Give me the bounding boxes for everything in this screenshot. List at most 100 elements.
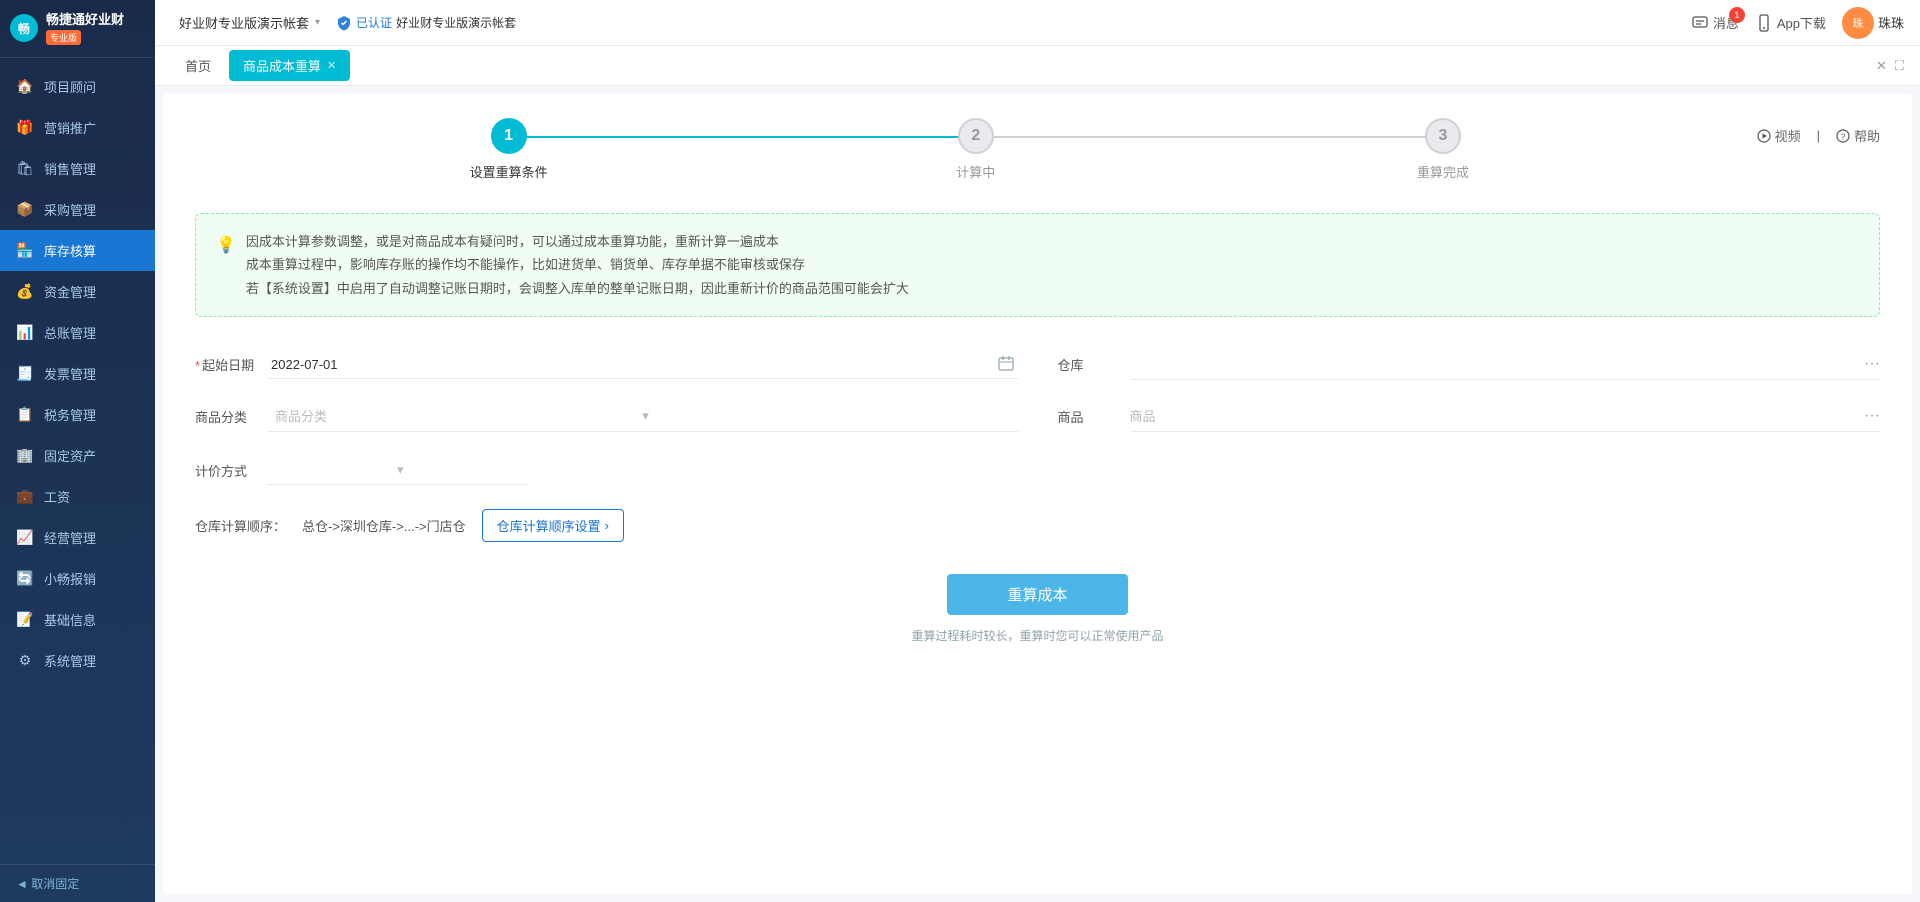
invoice-icon: 🧾 [16, 364, 34, 382]
notification-count: 1 [1729, 7, 1745, 23]
fixed-assets-icon: 🏢 [16, 446, 34, 464]
step-3-circle: 3 [1425, 118, 1461, 154]
account-name: 好业财专业版演示帐套 [179, 13, 309, 32]
start-date-field [267, 351, 1018, 379]
sidebar-item-invoice[interactable]: 🧾 发票管理 [0, 353, 155, 394]
recalculate-button[interactable]: 重算成本 [947, 574, 1127, 615]
steps-help-row: 1 设置重算条件 2 计算中 3 [195, 118, 1880, 181]
svg-text:?: ? [1841, 132, 1846, 141]
close-window-icon[interactable]: ✕ [1876, 58, 1887, 74]
step-line-1-2 [509, 136, 976, 138]
sidebar-nav: 🏠 项目顾问 🎁 营销推广 🛍 销售管理 📦 采购管理 🏪 库存核算 💰 资金管… [0, 58, 155, 864]
sidebar-header: 畅 畅捷通好业财 专业版 [0, 0, 155, 58]
inventory-icon: 🏪 [16, 241, 34, 259]
sidebar-item-system[interactable]: ⚙ 系统管理 [0, 640, 155, 681]
tax-icon: 📋 [16, 405, 34, 423]
question-circle-icon: ? [1836, 129, 1850, 143]
bulb-icon: 💡 [216, 232, 236, 300]
help-link[interactable]: ? 帮助 [1836, 126, 1880, 145]
recalculate-note: 重算过程耗时较长，重算时您可以正常使用产品 [195, 627, 1880, 644]
step-3: 3 重算完成 [1209, 118, 1676, 181]
warehouse-order-prefix: 仓库计算顺序： [195, 516, 286, 535]
procurement-icon: 📦 [16, 200, 34, 218]
app-title: 畅捷通好业财 [46, 12, 124, 28]
avatar: 珠 [1842, 7, 1874, 39]
sidebar-item-sales[interactable]: 🛍 销售管理 [0, 148, 155, 189]
category-select[interactable]: 商品分类 ▾ [267, 400, 1018, 432]
main-area: 好业财专业版演示帐套 ▾ 已认证 好业财专业版演示帐套 消息 1 [155, 0, 1920, 902]
help-links: 视频 | ? 帮助 [1757, 118, 1880, 145]
tab-close-icon[interactable]: ✕ [327, 59, 336, 72]
topbar-right: 消息 1 App下载 珠 珠珠 [1691, 7, 1904, 39]
tab-actions: ✕ ⛶ [1876, 58, 1904, 74]
phone-icon [1755, 14, 1773, 32]
warehouse-dots-icon[interactable]: ··· [1864, 355, 1880, 373]
step-1: 1 设置重算条件 [275, 118, 742, 181]
message-button[interactable]: 消息 1 [1691, 13, 1739, 32]
calendar-icon[interactable] [994, 355, 1018, 374]
warehouse-label: 仓库 [1058, 355, 1118, 374]
form-row-goods: 商品 商品 ··· [1058, 400, 1881, 432]
goods-field: 商品 ··· [1130, 400, 1881, 432]
expense-icon: 🔄 [16, 569, 34, 587]
pricing-select[interactable]: ▾ [267, 456, 527, 485]
topbar: 好业财专业版演示帐套 ▾ 已认证 好业财专业版演示帐套 消息 1 [155, 0, 1920, 46]
chevron-right-icon: › [605, 518, 609, 533]
pricing-row: 计价方式 ▾ [195, 456, 1880, 485]
pricing-label: 计价方式 [195, 461, 255, 480]
expand-window-icon[interactable]: ⛶ [1895, 58, 1904, 74]
goods-dots-icon[interactable]: ··· [1864, 407, 1880, 425]
tab-home[interactable]: 首页 [171, 50, 225, 81]
message-icon [1691, 14, 1709, 32]
info-text: 因成本计算参数调整，或是对商品成本有疑问时，可以通过成本重算功能，重新计算一遍成… [246, 230, 909, 300]
step-2-circle: 2 [958, 118, 994, 154]
video-link[interactable]: 视频 [1757, 126, 1801, 145]
warehouse-field: ··· [1130, 349, 1881, 380]
marketing-icon: 🎁 [16, 118, 34, 136]
form-row-start-date: *起始日期 [195, 349, 1018, 380]
sales-icon: 🛍 [16, 159, 34, 177]
shield-check-icon [336, 15, 352, 31]
warehouse-order-row: 仓库计算顺序： 总仓->深圳仓库->...->门店仓 仓库计算顺序设置 › [195, 509, 1880, 542]
app-logo: 畅 [10, 14, 38, 42]
step-2: 2 计算中 [742, 118, 1209, 181]
sidebar-item-accounting[interactable]: 📊 总账管理 [0, 312, 155, 353]
user-profile[interactable]: 珠 珠珠 [1842, 7, 1904, 39]
system-icon: ⚙ [16, 651, 34, 669]
sidebar-item-procurement[interactable]: 📦 采购管理 [0, 189, 155, 230]
account-chevron-icon: ▾ [315, 17, 320, 28]
tab-cost-recalc[interactable]: 商品成本重算 ✕ [229, 50, 350, 81]
help-separator: | [1817, 126, 1820, 145]
step-line-2-3 [976, 136, 1443, 138]
category-label: 商品分类 [195, 407, 255, 426]
sidebar-item-project-advisor[interactable]: 🏠 项目顾问 [0, 66, 155, 107]
app-title-block: 畅捷通好业财 专业版 [46, 12, 124, 45]
sidebar-item-inventory[interactable]: 🏪 库存核算 [0, 230, 155, 271]
account-selector[interactable]: 好业财专业版演示帐套 ▾ [171, 9, 328, 36]
sidebar-item-tax[interactable]: 📋 税务管理 [0, 394, 155, 435]
step-3-label: 重算完成 [1417, 162, 1469, 181]
sidebar-unpin-button[interactable]: ◄ 取消固定 [0, 864, 155, 902]
play-circle-icon [1757, 129, 1771, 143]
sidebar-item-finance[interactable]: 💰 资金管理 [0, 271, 155, 312]
payroll-icon: 💼 [16, 487, 34, 505]
steps-container: 1 设置重算条件 2 计算中 3 [195, 118, 1757, 181]
warehouse-order-settings-button[interactable]: 仓库计算顺序设置 › [482, 509, 624, 542]
content-area: 1 设置重算条件 2 计算中 3 [163, 94, 1912, 894]
start-date-input[interactable] [267, 351, 994, 378]
sidebar-item-basic-info[interactable]: 📝 基础信息 [0, 599, 155, 640]
sidebar: 畅 畅捷通好业财 专业版 🏠 项目顾问 🎁 营销推广 🛍 销售管理 📦 采购管理… [0, 0, 155, 902]
sidebar-item-payroll[interactable]: 💼 工资 [0, 476, 155, 517]
app-download-button[interactable]: App下载 [1755, 13, 1826, 32]
step-2-label: 计算中 [956, 162, 995, 181]
form-row-category: 商品分类 商品分类 ▾ [195, 400, 1018, 432]
sidebar-item-operations[interactable]: 📈 经营管理 [0, 517, 155, 558]
verified-account-name: 好业财专业版演示帐套 [396, 14, 516, 31]
goods-label: 商品 [1058, 407, 1118, 426]
sidebar-item-marketing[interactable]: 🎁 营销推广 [0, 107, 155, 148]
start-date-label: *起始日期 [195, 355, 255, 374]
edition-badge: 专业版 [46, 30, 81, 45]
sidebar-item-expense[interactable]: 🔄 小畅报销 [0, 558, 155, 599]
sidebar-item-fixed-assets[interactable]: 🏢 固定资产 [0, 435, 155, 476]
info-box: 💡 因成本计算参数调整，或是对商品成本有疑问时，可以通过成本重算功能，重新计算一… [195, 213, 1880, 317]
